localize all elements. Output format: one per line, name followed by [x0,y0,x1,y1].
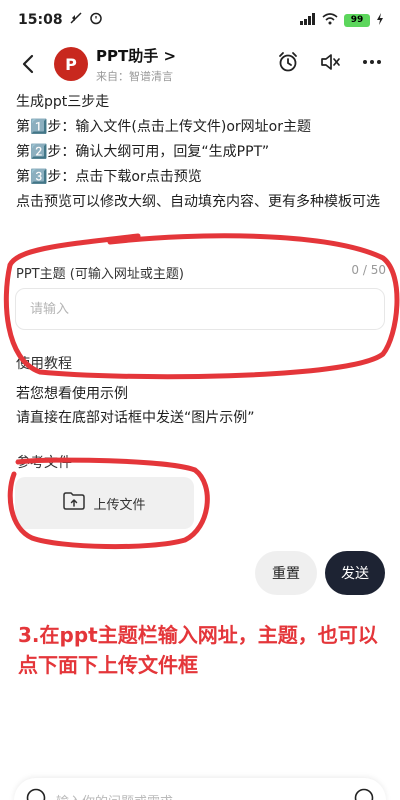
tutorial-heading: 使用教程 [16,356,72,372]
status-left: 15:08 [18,11,103,29]
red-annotation-text: 3.在ppt主题栏输入网址，主题，也可以点下面下上传文件框 [18,623,378,677]
tutorial-line-1: 若您想看使用示例 [16,386,128,402]
bot-name[interactable]: PPT助手 > [96,45,176,66]
intro-message: 生成ppt三步走 第1️⃣步：输入文件(点击上传文件)or网址or主题 第2️⃣… [16,88,386,215]
topic-field-header: PPT主题 (可输入网址或主题) 0 / 50 [16,263,386,282]
avatar[interactable]: P [54,47,88,81]
intro-step-3: 第3️⃣步：点击下载or点击预览 [16,169,202,185]
alarm-clock-icon[interactable] [274,48,302,76]
tutorial-line-2: 请直接在底部对话框中发送“图片示例” [16,410,255,426]
back-button[interactable] [10,46,46,82]
battery-icon: 99 [344,13,370,27]
send-button[interactable]: 发送 [325,551,385,595]
bot-source: 来自：智谱清言 [96,69,173,83]
intro-note: 点击预览可以修改大纲、自动填充内容、更有多种模板可选 [16,194,380,210]
alarm-icon [89,11,103,29]
folder-upload-icon [63,492,86,514]
topic-char-counter: 0 / 50 [351,263,386,277]
chevron-left-icon [22,54,34,74]
reset-button[interactable]: 重置 [255,551,317,595]
mute-icon [69,11,83,29]
charging-icon [376,12,384,28]
send-arrow-icon[interactable] [354,788,374,800]
tutorial-section: 使用教程 若您想看使用示例 请直接在底部对话框中发送“图片示例” [16,352,386,430]
composer-input[interactable]: 输入你的问题或需求 [56,791,344,800]
chat-composer[interactable]: 输入你的问题或需求 [14,778,386,800]
voice-icon[interactable] [26,788,46,800]
bot-title-block[interactable]: PPT助手 > 来自：智谱清言 [96,45,176,84]
status-right: 99 [300,12,384,28]
signal-icon [300,12,316,28]
speaker-mute-icon[interactable] [316,48,344,76]
intro-title: 生成ppt三步走 [16,94,110,110]
status-bar: 15:08 99 [0,0,400,40]
upload-file-label: 上传文件 [93,497,146,513]
status-time: 15:08 [18,12,63,28]
header-actions [274,48,386,76]
more-options-icon[interactable] [358,48,386,76]
wifi-icon [322,12,338,28]
chat-header: P PPT助手 > 来自：智谱清言 [0,40,400,88]
upload-file-button[interactable]: 上传文件 [15,477,194,529]
topic-field-label: PPT主题 (可输入网址或主题) [16,267,184,282]
topic-input[interactable] [15,288,385,330]
reference-label: 参考文件 [16,455,72,471]
intro-step-2: 第2️⃣步：确认大纲可用，回复“生成PPT” [16,144,270,160]
intro-step-1: 第1️⃣步：输入文件(点击上传文件)or网址or主题 [16,119,311,135]
